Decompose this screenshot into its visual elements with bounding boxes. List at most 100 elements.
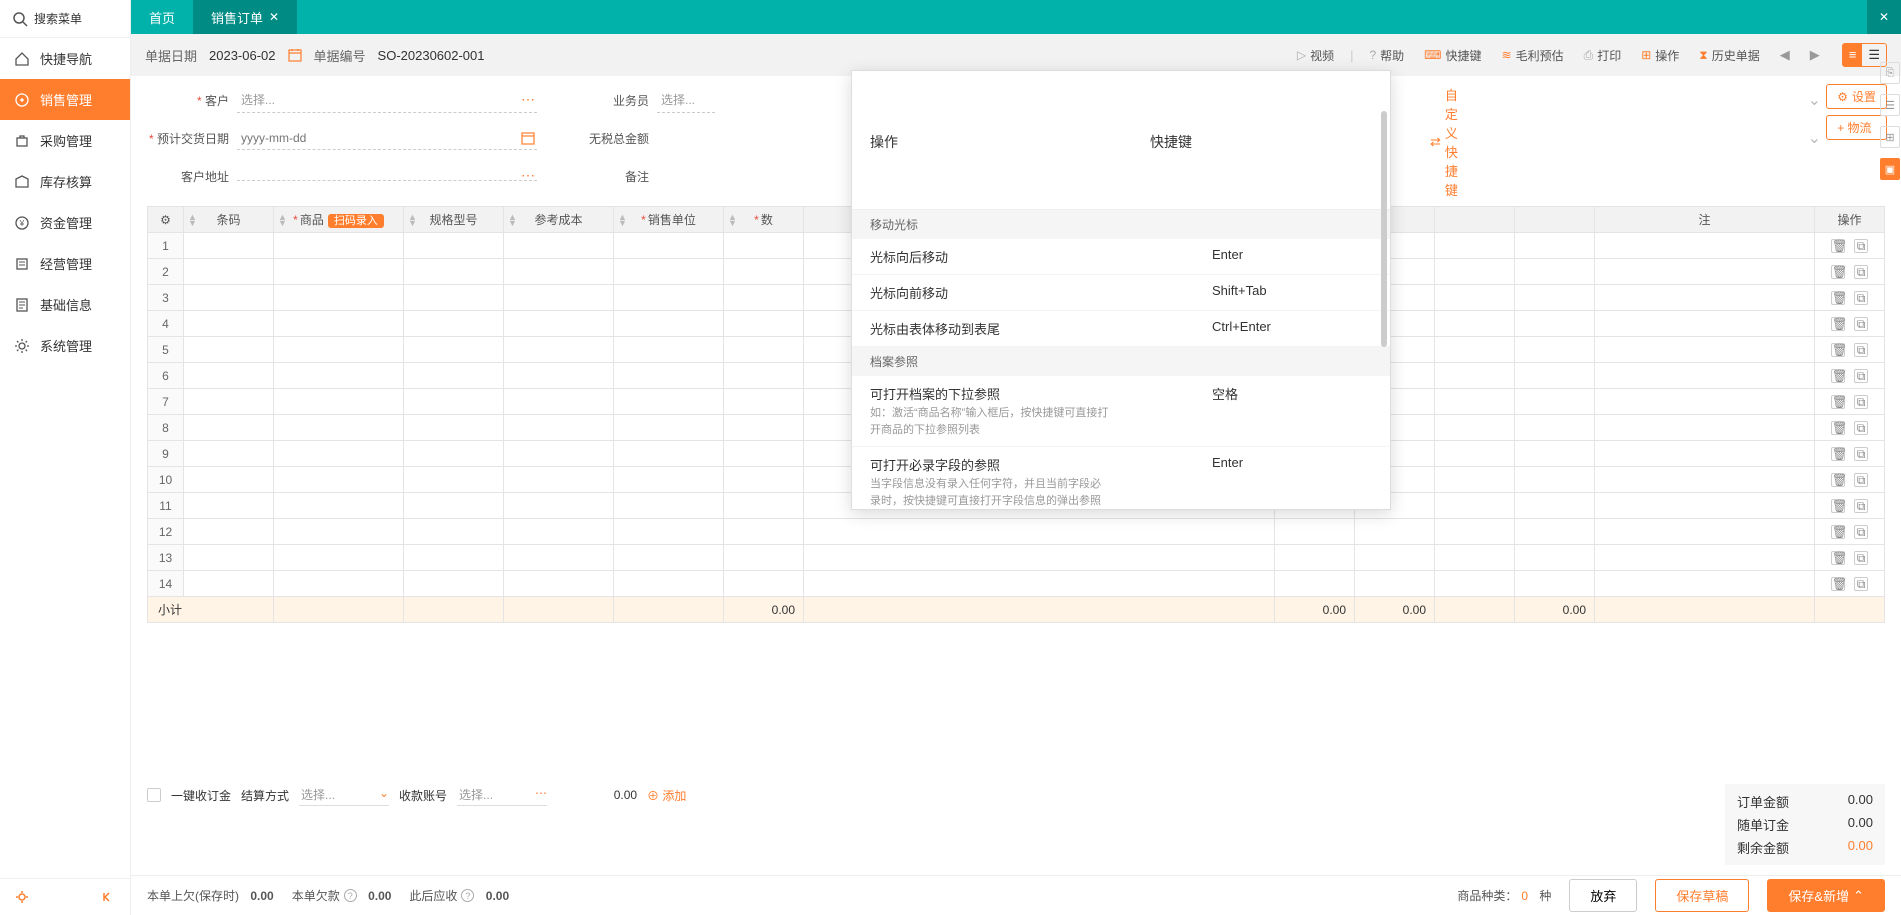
- col-unit[interactable]: ▲▼*销售单位: [614, 207, 724, 233]
- popover-scrollbar[interactable]: [1380, 111, 1388, 505]
- copy-row-icon[interactable]: ⧉: [1854, 447, 1868, 461]
- sort-icon[interactable]: ▲▼: [408, 214, 417, 226]
- copy-row-icon[interactable]: ⧉: [1854, 239, 1868, 253]
- sidebar-item-inventory[interactable]: 库存核算: [0, 161, 130, 202]
- logistics-button[interactable]: + 物流: [1826, 115, 1887, 140]
- account-select[interactable]: 选择...⋯: [457, 784, 547, 806]
- doc-date-value[interactable]: 2023-06-02: [209, 48, 276, 63]
- calendar-icon[interactable]: [288, 48, 302, 62]
- settings-button[interactable]: ⚙设置: [1826, 84, 1887, 109]
- delete-row-icon[interactable]: 🗑: [1831, 551, 1845, 565]
- tab-home[interactable]: 首页: [131, 0, 193, 34]
- delete-row-icon[interactable]: 🗑: [1831, 473, 1845, 487]
- col-gear[interactable]: ⚙: [148, 207, 184, 233]
- col-remark2[interactable]: 注: [1595, 207, 1815, 233]
- video-button[interactable]: ▷视频: [1293, 47, 1338, 64]
- calendar-icon[interactable]: [521, 131, 535, 145]
- copy-row-icon[interactable]: ⧉: [1854, 525, 1868, 539]
- col-refcost[interactable]: ▲▼参考成本: [504, 207, 614, 233]
- copy-row-icon[interactable]: ⧉: [1854, 265, 1868, 279]
- copy-row-icon[interactable]: ⧉: [1854, 395, 1868, 409]
- help-button[interactable]: ?帮助: [1365, 47, 1408, 64]
- scan-tag[interactable]: 扫码录入: [328, 214, 384, 228]
- next-doc[interactable]: ▶: [1806, 47, 1824, 63]
- settle-select[interactable]: 选择...⌄: [299, 784, 389, 806]
- delete-row-icon[interactable]: 🗑: [1831, 577, 1845, 591]
- deposit-checkbox[interactable]: [147, 788, 161, 802]
- chevron-down-icon[interactable]: ⌄: [1808, 90, 1821, 110]
- address-input[interactable]: ⋯: [237, 172, 537, 181]
- sidebar-item-funds[interactable]: ¥ 资金管理: [0, 202, 130, 243]
- col-product[interactable]: ▲▼*商品扫码录入: [274, 207, 404, 233]
- sidebar-item-quicknav[interactable]: 快捷导航: [0, 38, 130, 79]
- view-detail[interactable]: ≡: [1843, 44, 1863, 66]
- sort-icon[interactable]: ▲▼: [508, 214, 517, 226]
- copy-row-icon[interactable]: ⧉: [1854, 421, 1868, 435]
- delete-row-icon[interactable]: 🗑: [1831, 291, 1845, 305]
- copy-row-icon[interactable]: ⧉: [1854, 317, 1868, 331]
- sort-icon[interactable]: ▲▼: [728, 214, 737, 226]
- copy-row-icon[interactable]: ⧉: [1854, 473, 1868, 487]
- operate-button[interactable]: ⊞操作: [1637, 47, 1683, 64]
- close-icon[interactable]: ✕: [269, 10, 279, 24]
- delete-row-icon[interactable]: 🗑: [1831, 421, 1845, 435]
- table-row[interactable]: 14 🗑 ⧉: [148, 571, 1885, 597]
- delete-row-icon[interactable]: 🗑: [1831, 265, 1845, 279]
- sidebar-item-sales[interactable]: 销售管理: [0, 79, 130, 120]
- col-qty[interactable]: ▲▼*数: [724, 207, 804, 233]
- delete-row-icon[interactable]: 🗑: [1831, 317, 1845, 331]
- col-spec[interactable]: ▲▼规格型号: [404, 207, 504, 233]
- history-button[interactable]: ⧗历史单据: [1695, 47, 1763, 64]
- delete-row-icon[interactable]: 🗑: [1831, 395, 1845, 409]
- sort-icon[interactable]: ▲▼: [618, 214, 627, 226]
- copy-row-icon[interactable]: ⧉: [1854, 291, 1868, 305]
- sidebar-search[interactable]: 搜索菜单: [0, 0, 130, 38]
- remark-input[interactable]: [657, 172, 697, 180]
- rail-item-1[interactable]: ⎘: [1880, 62, 1900, 84]
- chevron-down-icon[interactable]: ⌄: [1808, 128, 1821, 148]
- settings-icon[interactable]: [14, 889, 30, 905]
- more-icon[interactable]: ⋯: [521, 91, 535, 108]
- rail-item-4[interactable]: ▣: [1880, 158, 1900, 180]
- table-row[interactable]: 13 🗑 ⧉: [148, 545, 1885, 571]
- delete-row-icon[interactable]: 🗑: [1831, 525, 1845, 539]
- salesman-input[interactable]: 选择...: [657, 87, 715, 113]
- more-icon[interactable]: ⋯: [521, 167, 535, 184]
- save-new-button[interactable]: 保存&新增⌃: [1767, 879, 1885, 912]
- col-barcode[interactable]: ▲▼条码: [184, 207, 274, 233]
- info-icon[interactable]: ?: [461, 889, 474, 902]
- sidebar-item-baseinfo[interactable]: 基础信息: [0, 284, 130, 325]
- rail-item-3[interactable]: ⊞: [1880, 126, 1900, 148]
- save-draft-button[interactable]: 保存草稿: [1655, 879, 1749, 912]
- tab-sales-order[interactable]: 销售订单 ✕: [193, 0, 297, 34]
- sidebar-item-system[interactable]: 系统管理: [0, 325, 130, 366]
- sort-icon[interactable]: ▲▼: [278, 214, 287, 226]
- copy-row-icon[interactable]: ⧉: [1854, 577, 1868, 591]
- delete-row-icon[interactable]: 🗑: [1831, 369, 1845, 383]
- delete-row-icon[interactable]: 🗑: [1831, 447, 1845, 461]
- info-icon[interactable]: ?: [344, 889, 357, 902]
- print-button[interactable]: ⎙打印: [1580, 47, 1626, 64]
- sidebar-item-purchase[interactable]: 采购管理: [0, 120, 130, 161]
- table-row[interactable]: 12 🗑 ⧉: [148, 519, 1885, 545]
- rail-item-2[interactable]: ☰: [1880, 94, 1900, 116]
- copy-row-icon[interactable]: ⧉: [1854, 551, 1868, 565]
- scrollbar-thumb[interactable]: [1381, 111, 1387, 347]
- copy-row-icon[interactable]: ⧉: [1854, 369, 1868, 383]
- sidebar-item-business[interactable]: 经营管理: [0, 243, 130, 284]
- customer-input[interactable]: 选择...⋯: [237, 87, 537, 113]
- add-account-link[interactable]: ⊕ 添加: [647, 787, 686, 804]
- discard-button[interactable]: 放弃: [1569, 879, 1637, 912]
- delete-row-icon[interactable]: 🗑: [1831, 499, 1845, 513]
- customize-shortcut-link[interactable]: ⇄自定义快捷键: [1430, 85, 1458, 199]
- copy-row-icon[interactable]: ⧉: [1854, 343, 1868, 357]
- sort-icon[interactable]: ▲▼: [188, 214, 197, 226]
- copy-row-icon[interactable]: ⧉: [1854, 499, 1868, 513]
- collapse-icon[interactable]: [100, 889, 116, 905]
- profit-button[interactable]: ≋毛利预估: [1498, 47, 1568, 64]
- delete-row-icon[interactable]: 🗑: [1831, 343, 1845, 357]
- prev-doc[interactable]: ◀: [1776, 47, 1794, 63]
- delete-row-icon[interactable]: 🗑: [1831, 239, 1845, 253]
- deliver-date-input[interactable]: [237, 127, 537, 150]
- close-all-tabs[interactable]: ✕: [1867, 0, 1901, 34]
